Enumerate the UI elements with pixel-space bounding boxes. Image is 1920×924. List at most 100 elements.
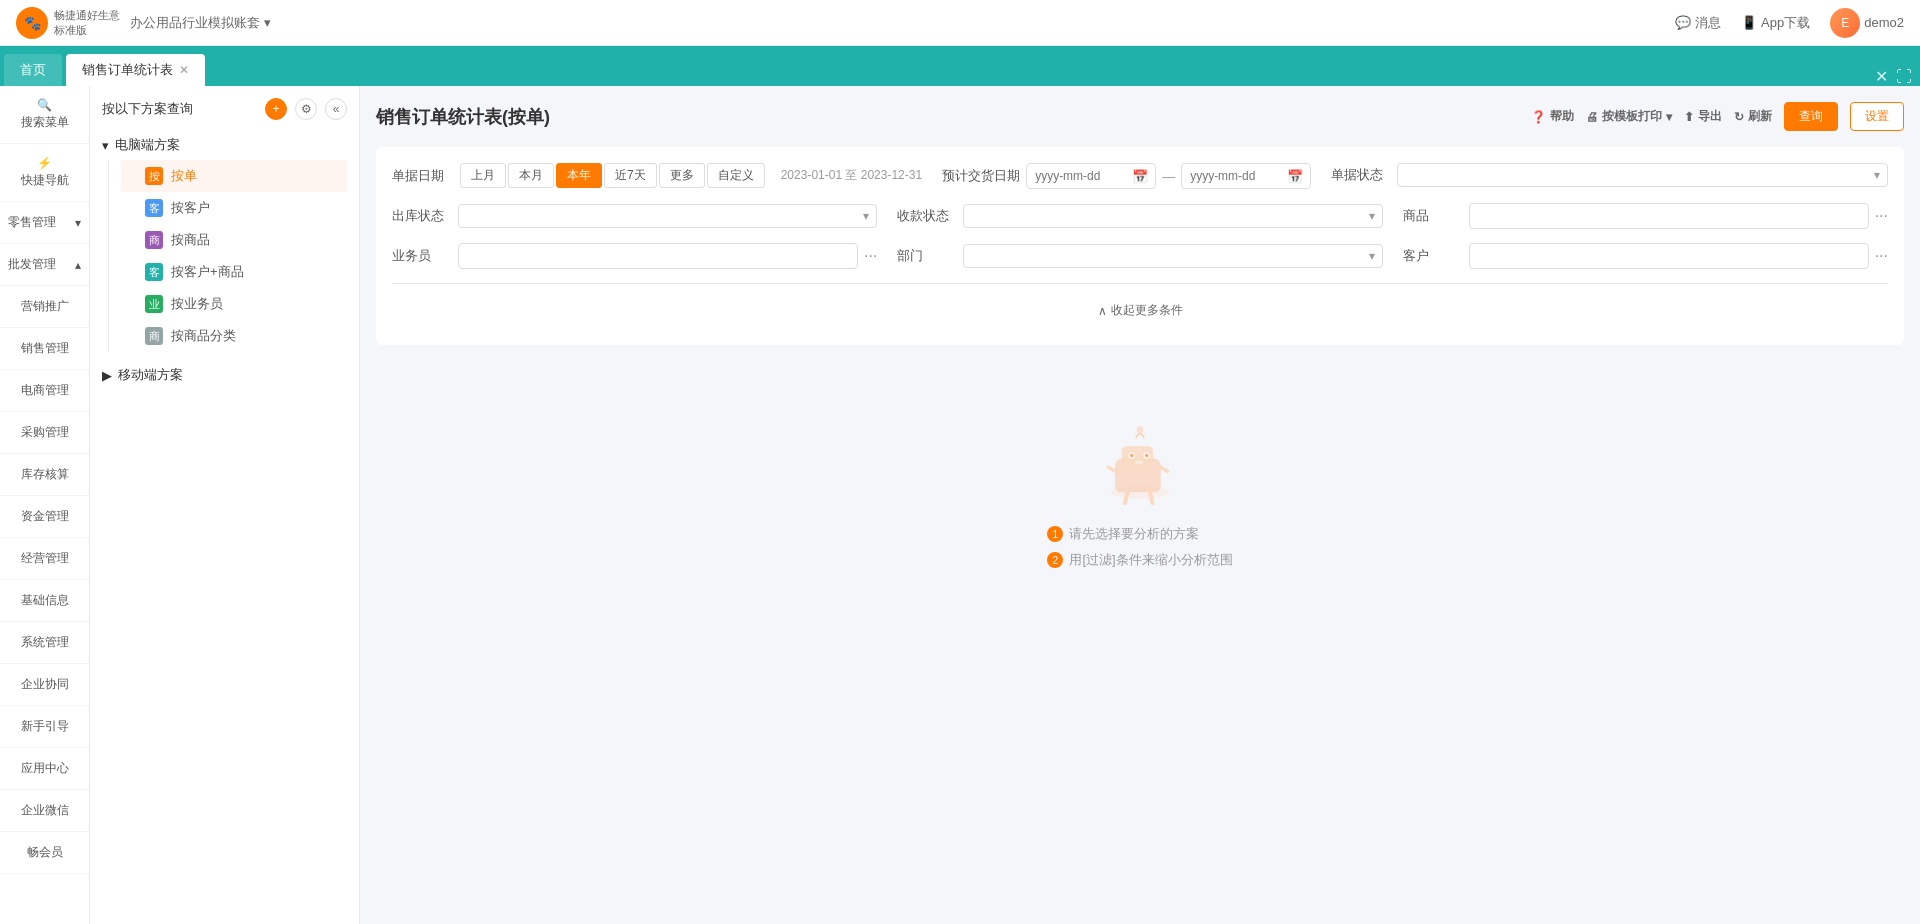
tab-maximize[interactable]: ⛶: [1896, 68, 1912, 86]
sidebar-item-system[interactable]: 系统管理: [0, 622, 89, 664]
expected-date-group: 预计交货日期 📅 — 📅: [942, 163, 1311, 189]
svg-line-9: [1161, 467, 1168, 471]
sidebar-quick-nav[interactable]: ⚡ 快捷导航: [0, 144, 89, 202]
collapse-panel-btn[interactable]: «: [325, 98, 347, 120]
sidebar-item-inventory[interactable]: 库存核算: [0, 454, 89, 496]
scheme-by-salesperson[interactable]: 业 按业务员: [121, 288, 347, 320]
sidebar-item-retail[interactable]: 零售管理 ▾: [0, 202, 89, 244]
scheme-by-goods[interactable]: 商 按商品: [121, 224, 347, 256]
collapse-up-icon: ∧: [1098, 304, 1107, 318]
sidebar-item-membership[interactable]: 畅会员: [0, 832, 89, 874]
goods-more-dots[interactable]: ···: [1875, 207, 1888, 225]
message-action[interactable]: 💬 消息: [1675, 14, 1721, 32]
date-label: 单据日期: [392, 167, 452, 185]
left-panel: 按以下方案查询 + ⚙ « ▾ 电脑端方案: [90, 86, 360, 924]
customer-group: 客户 ···: [1403, 243, 1888, 269]
empty-tip-1: 1 请先选择要分析的方案: [1047, 525, 1232, 543]
collapse-icon: «: [333, 102, 340, 116]
scheme-by-customer-goods[interactable]: 客 按客户+商品: [121, 256, 347, 288]
date-to-wrapper: 📅: [1181, 163, 1311, 189]
collapse-bar[interactable]: ∧ 收起更多条件: [392, 292, 1888, 329]
help-link[interactable]: ❓ 帮助: [1531, 108, 1574, 125]
print-dropdown-icon: ▾: [1666, 110, 1672, 124]
app-download-action[interactable]: 📱 App下载: [1741, 14, 1810, 32]
header-right: 💬 消息 📱 App下载 E demo2: [1675, 8, 1904, 38]
collapse-btn-label: 收起更多条件: [1111, 302, 1183, 319]
pc-scheme-items: 按 按单 客 按客户 商 按商品 客 按客户+商品: [108, 160, 347, 352]
sidebar-search[interactable]: 🔍 搜索菜单: [0, 86, 89, 144]
out-status-select[interactable]: [458, 204, 877, 228]
scheme-icon-customer: 客: [145, 199, 163, 217]
scheme-icon-goods: 商: [145, 231, 163, 249]
scheme-by-order[interactable]: 按 按单: [121, 160, 347, 192]
svg-line-8: [1108, 467, 1115, 471]
tab-close-icon[interactable]: ✕: [179, 63, 189, 77]
date-btn-last-month[interactable]: 上月: [460, 163, 506, 188]
user-action[interactable]: E demo2: [1830, 8, 1904, 38]
date-separator: —: [1162, 169, 1175, 184]
svg-point-12: [1137, 426, 1144, 433]
sidebar-item-finance[interactable]: 资金管理: [0, 496, 89, 538]
sidebar-item-operations[interactable]: 经营管理: [0, 538, 89, 580]
tree-expand-icon: ▾: [102, 138, 109, 153]
customer-more-dots[interactable]: ···: [1875, 247, 1888, 265]
pc-scheme-group[interactable]: ▾ 电脑端方案: [102, 130, 347, 160]
tab-home[interactable]: 首页: [4, 54, 62, 86]
scheme-by-customer[interactable]: 客 按客户: [121, 192, 347, 224]
refresh-link[interactable]: ↻ 刷新: [1734, 108, 1772, 125]
scheme-icon-customer-goods: 客: [145, 263, 163, 281]
svg-point-5: [1130, 454, 1133, 457]
sidebar-item-enterprise[interactable]: 企业协同: [0, 664, 89, 706]
tab-sales-stat[interactable]: 销售订单统计表 ✕: [66, 54, 205, 86]
top-header: 🐾 畅捷通好生意 标准版 办公用品行业模拟账套 ▾ 💬 消息 📱 App下载 E…: [0, 0, 1920, 46]
receipt-status-select[interactable]: [963, 204, 1382, 228]
salesperson-more-dots[interactable]: ···: [864, 247, 877, 265]
content-area: 按以下方案查询 + ⚙ « ▾ 电脑端方案: [90, 86, 1920, 924]
scheme-icon-order: 按: [145, 167, 163, 185]
mobile-scheme-group[interactable]: ▶ 移动端方案: [102, 360, 347, 390]
filter-row-3: 业务员 ··· 部门 客户: [392, 243, 1888, 269]
sidebar-item-basics[interactable]: 基础信息: [0, 580, 89, 622]
logo-icon: 🐾: [16, 7, 48, 39]
sidebar-item-appcenter[interactable]: 应用中心: [0, 748, 89, 790]
company-selector[interactable]: 办公用品行业模拟账套 ▾: [130, 14, 271, 32]
salesperson-input[interactable]: [458, 243, 858, 269]
goods-input[interactable]: [1469, 203, 1869, 229]
add-scheme-btn[interactable]: +: [265, 98, 287, 120]
date-btn-this-year[interactable]: 本年: [556, 163, 602, 188]
chevron-up-icon: ▴: [75, 258, 81, 272]
help-icon: ❓: [1531, 110, 1546, 124]
sidebar-item-marketing[interactable]: 营销推广: [0, 286, 89, 328]
department-label: 部门: [897, 247, 957, 265]
settings-scheme-btn[interactable]: ⚙: [295, 98, 317, 120]
status-select[interactable]: [1397, 163, 1888, 187]
date-btn-7days[interactable]: 近7天: [604, 163, 657, 188]
svg-line-10: [1125, 492, 1128, 503]
sidebar-item-wechat[interactable]: 企业微信: [0, 790, 89, 832]
filter-panel: 单据日期 上月 本月 本年 近7天 更多 自定义 2023-01-01 至 20…: [376, 147, 1904, 345]
sidebar-item-sales[interactable]: 销售管理: [0, 328, 89, 370]
export-link[interactable]: ⬆ 导出: [1684, 108, 1722, 125]
date-range-text: 2023-01-01 至 2023-12-31: [781, 167, 922, 184]
main-layout: 🔍 搜索菜单 ⚡ 快捷导航 零售管理 ▾ 批发管理 ▴ 营销推广 销售管理 电商…: [0, 86, 1920, 924]
page-title-actions: ❓ 帮助 🖨 按模板打印 ▾ ⬆ 导出 ↻ 刷新: [1531, 102, 1904, 131]
customer-input[interactable]: [1469, 243, 1869, 269]
scheme-by-category[interactable]: 商 按商品分类: [121, 320, 347, 352]
print-link[interactable]: 🖨 按模板打印 ▾: [1586, 108, 1672, 125]
salesperson-label: 业务员: [392, 247, 452, 265]
date-btn-more[interactable]: 更多: [659, 163, 705, 188]
sidebar-item-wholesale[interactable]: 批发管理 ▴: [0, 244, 89, 286]
receipt-status-wrapper: [963, 204, 1382, 228]
query-button[interactable]: 查询: [1784, 102, 1838, 131]
settings-button[interactable]: 设置: [1850, 102, 1904, 131]
sidebar-item-ecommerce[interactable]: 电商管理: [0, 370, 89, 412]
empty-illustration: [1090, 413, 1190, 513]
department-select[interactable]: [963, 244, 1382, 268]
date-btn-this-month[interactable]: 本月: [508, 163, 554, 188]
filter-row-2: 出库状态 收款状态: [392, 203, 1888, 229]
date-btn-custom[interactable]: 自定义: [707, 163, 765, 188]
tab-close-all[interactable]: ✕: [1875, 67, 1888, 86]
sidebar-item-purchase[interactable]: 采购管理: [0, 412, 89, 454]
salesperson-group: 业务员 ···: [392, 243, 877, 269]
sidebar-item-newbie[interactable]: 新手引导: [0, 706, 89, 748]
